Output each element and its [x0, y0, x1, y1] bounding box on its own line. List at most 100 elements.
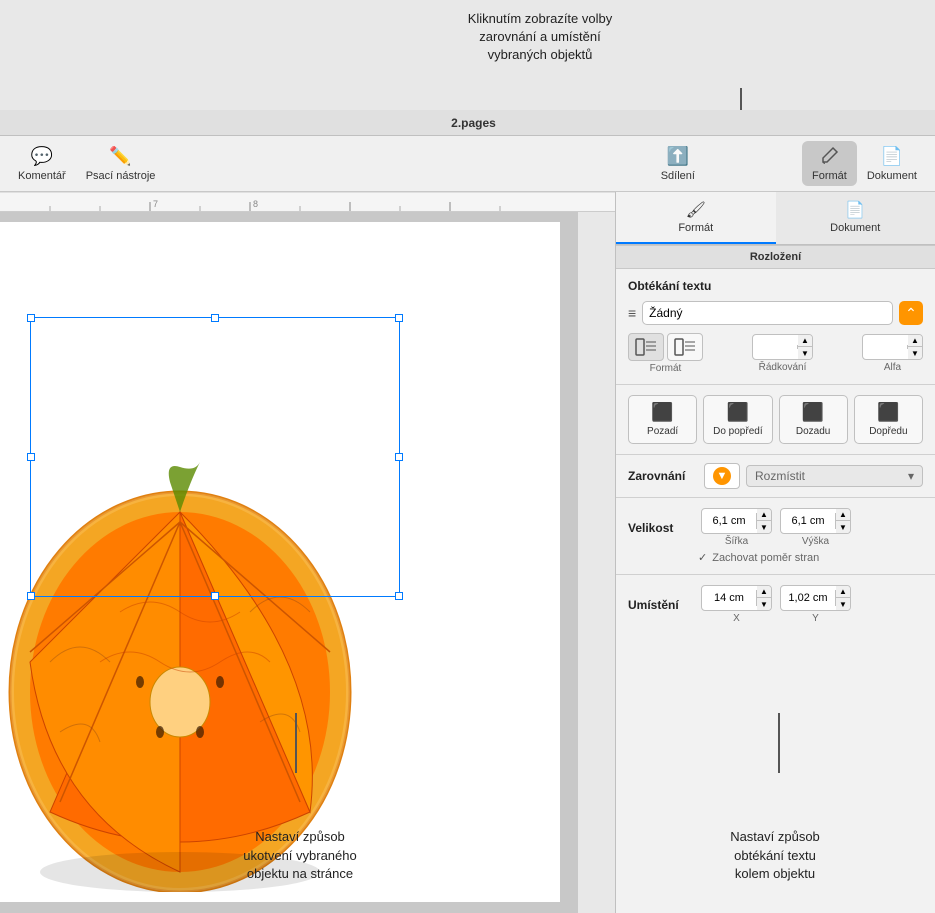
format-tab-label: Formát [812, 170, 847, 182]
width-value: 6,1 cm [702, 513, 757, 529]
height-group: 6,1 cm ▲ ▼ Výška [780, 508, 851, 547]
height-down[interactable]: ▼ [836, 521, 850, 533]
distribute-label: Rozmístit [755, 469, 805, 483]
aspect-ratio-checkmark: ✓ [698, 551, 707, 564]
dozadu-icon: ⬛ [802, 402, 824, 423]
sdileni-label: Sdílení [661, 170, 695, 182]
svg-text:7: 7 [153, 199, 158, 209]
pozadi-label: Pozadí [647, 426, 678, 437]
btn-do-popredi[interactable]: ⬛ Do popředí [703, 395, 772, 444]
align-section: Zarovnání ▼ Rozmístit ▾ [616, 455, 935, 498]
alfa-stepper[interactable]: ▲ ▼ [862, 334, 923, 360]
height-value: 6,1 cm [781, 513, 836, 529]
pos-section: Umístění 14 cm ▲ ▼ X 1,02 cm ▲ ▼ [616, 575, 935, 634]
width-arrows: ▲ ▼ [757, 509, 771, 533]
format-tab-text: Formát [678, 222, 713, 234]
toolbar-psaci-nastroje[interactable]: ✏️ Psací nástroje [76, 141, 166, 186]
dopred-label: Dopředu [869, 426, 907, 437]
svg-text:8: 8 [253, 199, 258, 209]
alfa-down[interactable]: ▼ [908, 347, 922, 359]
alfa-arrows: ▲ ▼ [908, 335, 922, 359]
text-wrap-stepper[interactable]: ⌃ [899, 301, 923, 325]
x-group: 14 cm ▲ ▼ X [701, 585, 772, 624]
toolbar: 💬 Komentář ✏️ Psací nástroje ⬆️ Sdílení … [0, 136, 935, 192]
x-value: 14 cm [702, 590, 757, 606]
dozadu-label: Dozadu [796, 426, 830, 437]
height-label: Výška [802, 536, 829, 547]
alfa-up[interactable]: ▲ [908, 335, 922, 347]
height-stepper[interactable]: 6,1 cm ▲ ▼ [780, 508, 851, 534]
distribute-chevron: ▾ [908, 469, 914, 483]
psaci-label: Psací nástroje [86, 170, 156, 182]
width-stepper[interactable]: 6,1 cm ▲ ▼ [701, 508, 772, 534]
format-control-group: Formát [628, 333, 703, 374]
window-title: 2.pages [12, 116, 935, 130]
text-wrap-value: Žádný [649, 306, 682, 320]
page-canvas [0, 222, 560, 902]
toolbar-format[interactable]: Formát [802, 141, 857, 186]
size-row: Velikost 6,1 cm ▲ ▼ Šířka 6,1 cm ▲ ▼ [628, 508, 923, 547]
size-label: Velikost [628, 521, 693, 535]
aspect-ratio-row: ✓ Zachovat poměr stran [628, 551, 923, 564]
width-up[interactable]: ▲ [757, 509, 771, 521]
orange-image [0, 312, 400, 892]
toolbar-dokument[interactable]: 📄 Dokument [857, 141, 927, 186]
btn-pozadi[interactable]: ⬛ Pozadí [628, 395, 697, 444]
wrap-btn-2[interactable] [667, 333, 703, 361]
canvas-area [0, 212, 578, 913]
right-panel: 🖌 Formát 📄 Dokument Rozložení Obtékání t… [615, 192, 935, 913]
radkovani-up[interactable]: ▲ [798, 335, 812, 347]
x-up[interactable]: ▲ [757, 586, 771, 598]
pos-row: Umístění 14 cm ▲ ▼ X 1,02 cm ▲ ▼ [628, 585, 923, 624]
section-rozlozeni: Rozložení [616, 245, 935, 269]
height-arrows: ▲ ▼ [836, 509, 850, 533]
text-wrap-dropdown[interactable]: Žádný [642, 301, 893, 325]
alfa-value [863, 345, 908, 349]
aspect-ratio-label: Zachovat poměr stran [712, 552, 819, 564]
toolbar-komentare[interactable]: 💬 Komentář [8, 141, 76, 186]
distribute-dropdown[interactable]: Rozmístit ▾ [746, 465, 923, 487]
btn-dopred[interactable]: ⬛ Dopředu [854, 395, 923, 444]
pos-label: Umístění [628, 598, 693, 612]
width-label: Šířka [725, 536, 748, 547]
titlebar: 2.pages [0, 110, 935, 136]
x-label: X [733, 613, 740, 624]
align-label: Zarovnání [628, 469, 698, 483]
size-section: Velikost 6,1 cm ▲ ▼ Šířka 6,1 cm ▲ ▼ [616, 498, 935, 575]
tab-dokument[interactable]: 📄 Dokument [776, 192, 935, 244]
text-wrap-icon: ≡ [628, 305, 636, 321]
layer-buttons: ⬛ Pozadí ⬛ Do popředí ⬛ Dozadu ⬛ Dopředu [628, 395, 923, 444]
dopred-icon: ⬛ [877, 402, 899, 423]
toolbar-sdileni[interactable]: ⬆️ Sdílení [651, 141, 705, 186]
do-popredi-label: Do popředí [713, 426, 762, 437]
y-up[interactable]: ▲ [836, 586, 850, 598]
wrap-controls-row: Formát ▲ ▼ Řádkování ▲ ▼ [628, 333, 923, 374]
width-down[interactable]: ▼ [757, 521, 771, 533]
height-up[interactable]: ▲ [836, 509, 850, 521]
pozadi-icon: ⬛ [651, 402, 673, 423]
format-ctrl-label: Formát [650, 363, 682, 374]
tab-format[interactable]: 🖌 Formát [616, 192, 776, 244]
x-stepper[interactable]: 14 cm ▲ ▼ [701, 585, 772, 611]
annotation-line3: vybraných objektů [488, 47, 593, 62]
wrap-btn-1[interactable] [628, 333, 664, 361]
y-down[interactable]: ▼ [836, 598, 850, 610]
dokument-label: Dokument [867, 170, 917, 182]
btn-dozadu[interactable]: ⬛ Dozadu [779, 395, 848, 444]
x-arrows: ▲ ▼ [757, 586, 771, 610]
y-stepper[interactable]: 1,02 cm ▲ ▼ [780, 585, 851, 611]
radkovani-ctrl-label: Řádkování [759, 362, 807, 373]
komentare-icon: 💬 [31, 145, 53, 167]
alfa-ctrl-label: Alfa [884, 362, 901, 373]
radkovani-stepper[interactable]: ▲ ▼ [752, 334, 813, 360]
format-tab-icon: 🖌 [686, 200, 706, 220]
align-dropdown[interactable]: ▼ [704, 463, 740, 489]
panel-tabs: 🖌 Formát 📄 Dokument [616, 192, 935, 245]
radkovani-arrows: ▲ ▼ [798, 335, 812, 359]
alfa-control-group: ▲ ▼ Alfa [862, 334, 923, 373]
x-down[interactable]: ▼ [757, 598, 771, 610]
annotation-bottom-right: Nastaví způsob obtékání textu kolem obje… [675, 828, 875, 883]
radkovani-down[interactable]: ▼ [798, 347, 812, 359]
psaci-icon: ✏️ [110, 145, 132, 167]
y-value: 1,02 cm [781, 590, 836, 606]
